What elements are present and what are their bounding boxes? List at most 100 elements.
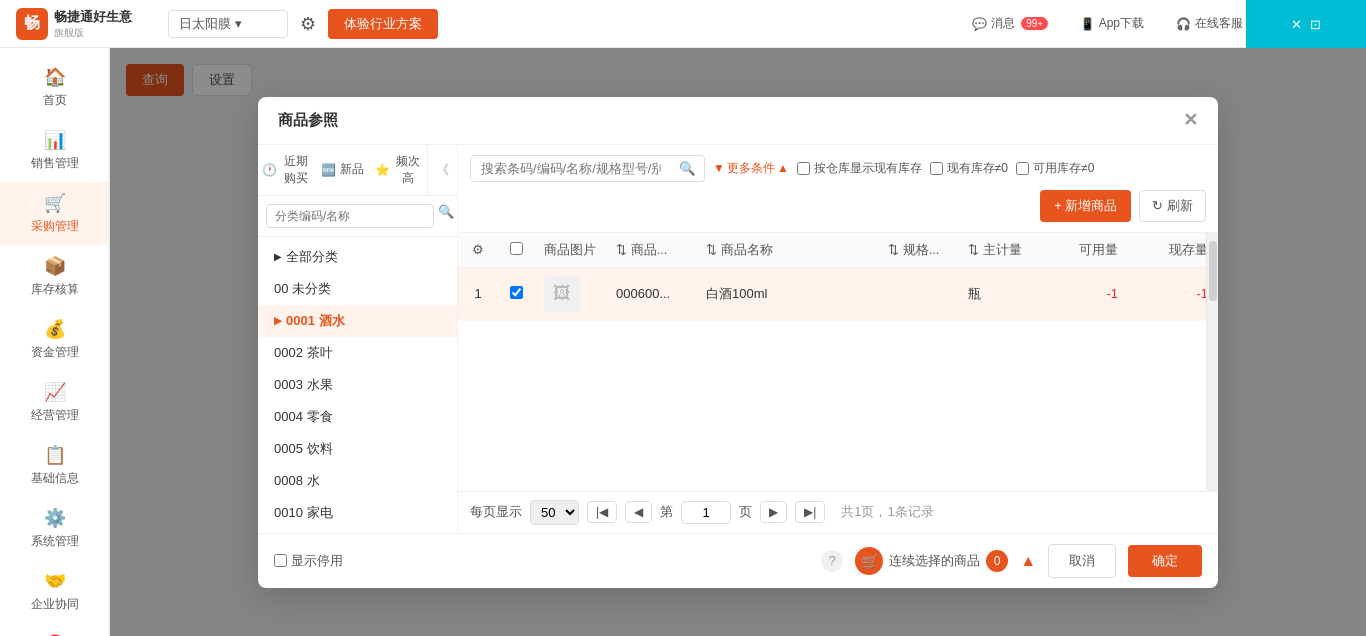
refresh-btn[interactable]: ↻ 刷新 [1139,190,1206,222]
check-usable-label[interactable]: 可用库存≠0 [1016,160,1094,177]
table-scrollbar[interactable] [1206,233,1218,491]
sidebar-item-operations[interactable]: 📈 经营管理 [0,371,109,434]
logo-title: 畅捷通好生意 [54,8,132,26]
category-search-icon[interactable]: 🔍 [438,204,454,228]
sidebar-item-sales[interactable]: 📊 销售管理 [0,119,109,182]
modal-header: 商品参照 ✕ [258,97,1218,145]
category-item-fruit[interactable]: 0003 水果 [258,369,457,401]
sidebar-item-label: 经营管理 [31,407,79,424]
close-icon[interactable]: ✕ [1291,17,1302,32]
basic-info-icon: 📋 [44,444,66,466]
col-img-header: 商品图片 [534,233,606,268]
messages-btn[interactable]: 💬 消息 99+ [964,11,1055,36]
sidebar-item-enterprise[interactable]: 🤝 企业协同 [0,560,109,623]
page-number-input[interactable] [681,501,731,524]
online-service-btn[interactable]: 🎧 在线客服 [1168,11,1251,36]
modal-close-btn[interactable]: ✕ [1183,111,1198,129]
scrollbar-thumb [1209,241,1217,301]
home-icon: 🏠 [44,66,66,88]
quick-frequent-btn[interactable]: ⭐ 频次高 [371,145,427,195]
select-all-checkbox[interactable] [510,242,523,255]
category-item-unclassified[interactable]: 00 未分类 [258,273,457,305]
expand-icon[interactable]: ⊡ [1310,17,1321,32]
prev-page-btn[interactable]: ◀ [625,501,652,523]
help-btn[interactable]: ? [821,550,843,572]
category-search: 🔍 [258,196,457,237]
cancel-btn[interactable]: 取消 [1048,544,1116,578]
pagination-bar: 每页显示 50 |◀ ◀ 第 页 ▶ ▶| 共1页，1条记录 [458,491,1218,533]
product-search-input[interactable] [471,156,671,181]
category-item-alcohol[interactable]: ▶ 0001 酒水 [258,305,457,337]
category-item-drink[interactable]: 0005 饮料 [258,433,457,465]
content-area: 查询 设置 商品参照 ✕ 🕐 [110,48,1366,636]
row-code: 000600... [606,267,696,320]
product-table-area: ⚙ 商品图片 [458,233,1218,491]
collapse-cart-btn[interactable]: ▲ [1020,552,1036,570]
teal-promo-area: ✕ ⊡ [1246,0,1366,48]
next-page-btn[interactable]: ▶ [760,501,787,523]
confirm-btn[interactable]: 确定 [1128,545,1202,577]
row-image: 🖼 [534,267,606,320]
selected-count-badge: 0 [986,550,1008,572]
sort-icon: ⇅ [706,242,717,257]
table-header-row: ⚙ 商品图片 [458,233,1218,268]
quick-recent-btn[interactable]: 🕐 近期购买 [258,145,314,195]
check-available-label[interactable]: 现有库存≠0 [930,160,1008,177]
sidebar-item-purchase[interactable]: 🛒 采购管理 [0,182,109,245]
row-num: 1 [458,267,498,320]
cart-btn[interactable]: 🛒 [855,547,883,575]
table-row[interactable]: 1 🖼 000600... [458,267,1218,320]
more-filter-btn[interactable]: ▼ 更多条件 ▲ [713,160,789,177]
product-search-btn[interactable]: 🔍 [671,156,704,181]
logo-subtitle: 旗舰版 [54,26,132,40]
sidebar-item-guide[interactable]: 🎯 新手引导 [0,623,109,636]
col-settings[interactable]: ⚙ [458,233,498,268]
category-item-water[interactable]: 0008 水 [258,465,457,497]
chevron-up-icon: ▲ [777,161,789,175]
category-item-appliance[interactable]: 0010 家电 [258,497,457,529]
last-page-btn[interactable]: ▶| [795,501,825,523]
category-item-snack[interactable]: 0004 零食 [258,401,457,433]
check-warehouse-label[interactable]: 按仓库显示现有库存 [797,160,922,177]
filter-icon: ▼ [713,161,725,175]
panel-collapse-btn[interactable]: 《 [427,145,457,195]
clock-icon: 🕐 [262,163,277,177]
logo-area: 畅 畅捷通好生意 旗舰版 [16,8,156,40]
first-page-btn[interactable]: |◀ [587,501,617,523]
sidebar-item-label: 基础信息 [31,470,79,487]
nav-dropdown[interactable]: 日太阳膜 ▾ [168,10,288,38]
search-toolbar: 🔍 ▼ 更多条件 ▲ 按仓库显示现有库存 [458,145,1218,233]
category-item-all[interactable]: ▶ 全部分类 [258,241,457,273]
sidebar-item-finance[interactable]: 💰 资金管理 [0,308,109,371]
check-warehouse[interactable] [797,162,810,175]
experience-btn[interactable]: 体验行业方案 [328,9,438,39]
col-code-header[interactable]: ⇅ 商品... [606,233,696,268]
add-product-btn[interactable]: + 新增商品 [1040,190,1131,222]
row-checkbox[interactable] [510,286,523,299]
sidebar-item-basic-info[interactable]: 📋 基础信息 [0,434,109,497]
sidebar-item-inventory[interactable]: 📦 库存核算 [0,245,109,308]
quick-new-btn[interactable]: 🆕 新品 [314,145,370,195]
check-usable[interactable] [1016,162,1029,175]
sidebar-item-system[interactable]: ⚙️ 系统管理 [0,497,109,560]
check-available[interactable] [930,162,943,175]
category-search-input[interactable] [266,204,434,228]
show-disabled-label[interactable]: 显示停用 [274,552,343,570]
system-icon: ⚙️ [44,507,66,529]
col-spec-header[interactable]: ⇅ 规格... [878,233,958,268]
sidebar-item-home[interactable]: 🏠 首页 [0,56,109,119]
app-download-btn[interactable]: 📱 App下载 [1072,11,1152,36]
col-unit-header[interactable]: ⇅ 主计量 [958,233,1038,268]
row-name: 白酒100ml [696,267,878,320]
right-panel: 🔍 ▼ 更多条件 ▲ 按仓库显示现有库存 [458,145,1218,533]
toolbar-right: + 新增商品 ↻ 刷新 [1040,190,1206,222]
modal-title: 商品参照 [278,111,338,130]
gear-icon[interactable]: ⚙ [300,13,316,35]
row-stock: -1 [1128,267,1218,320]
category-item-tea[interactable]: 0002 茶叶 [258,337,457,369]
operations-icon: 📈 [44,381,66,403]
show-disabled-checkbox[interactable] [274,554,287,567]
per-page-select[interactable]: 50 [530,500,579,525]
inventory-icon: 📦 [44,255,66,277]
col-name-header[interactable]: ⇅ 商品名称 [696,233,878,268]
